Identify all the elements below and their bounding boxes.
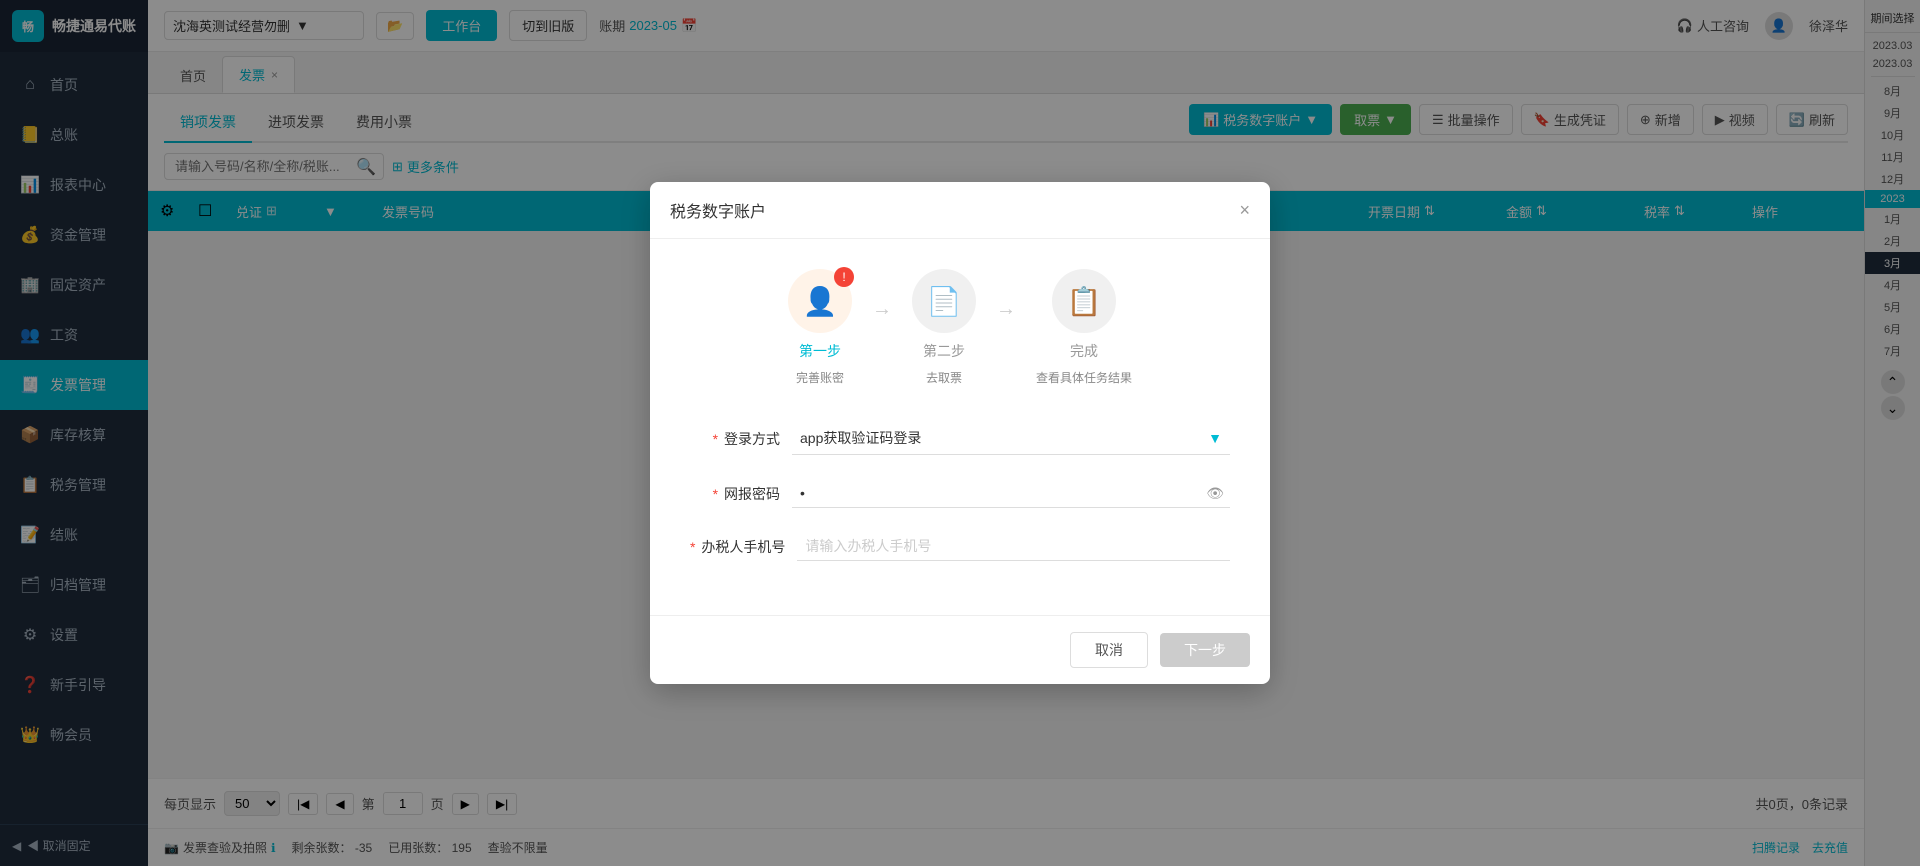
step2-document-icon: 📄 bbox=[927, 285, 962, 318]
step2-desc: 去取票 bbox=[926, 369, 962, 386]
login-method-label: * 登录方式 bbox=[690, 429, 780, 449]
phone-label: * 办税人手机号 bbox=[690, 537, 785, 557]
password-label: * 网报密码 bbox=[690, 484, 780, 504]
step3-icon-wrap: 📋 bbox=[1052, 269, 1116, 333]
password-row: * 网报密码 👁 bbox=[690, 479, 1230, 508]
step1-person-icon: 👤 bbox=[803, 285, 838, 318]
login-method-select[interactable]: app获取验证码登录 ▼ bbox=[792, 422, 1230, 455]
login-method-row: * 登录方式 app获取验证码登录 ▼ bbox=[690, 422, 1230, 455]
modal-header: 税务数字账户 × bbox=[650, 182, 1270, 239]
steps-container: 👤 ! 第一步 完善账密 → 📄 第二步 去取票 → bbox=[690, 269, 1230, 386]
step-3: 📋 完成 查看具体任务结果 bbox=[1036, 269, 1132, 386]
step1-error-badge: ! bbox=[834, 267, 854, 287]
step1-label: 第一步 bbox=[799, 341, 841, 361]
step1-icon-wrap: 👤 ! bbox=[788, 269, 852, 333]
step3-clipboard-icon: 📋 bbox=[1067, 285, 1102, 318]
step2-label: 第二步 bbox=[923, 341, 965, 361]
step2-icon-wrap: 📄 bbox=[912, 269, 976, 333]
step-2: 📄 第二步 去取票 bbox=[912, 269, 976, 386]
next-button[interactable]: 下一步 bbox=[1160, 633, 1250, 667]
password-input-wrap: 👁 bbox=[792, 479, 1230, 508]
step1-desc: 完善账密 bbox=[796, 369, 844, 386]
eye-toggle-icon[interactable]: 👁 bbox=[1200, 485, 1230, 502]
phone-input[interactable] bbox=[797, 532, 1230, 561]
step-arrow-1: → bbox=[852, 298, 912, 321]
modal-title: 税务数字账户 bbox=[670, 198, 766, 222]
tax-account-modal: 税务数字账户 × 👤 ! 第一步 完善账密 → bbox=[650, 182, 1270, 684]
step-arrow-2: → bbox=[976, 298, 1036, 321]
step-1: 👤 ! 第一步 完善账密 bbox=[788, 269, 852, 386]
step3-label: 完成 bbox=[1070, 341, 1098, 361]
modal-body: 👤 ! 第一步 完善账密 → 📄 第二步 去取票 → bbox=[650, 239, 1270, 615]
cancel-button[interactable]: 取消 bbox=[1070, 632, 1148, 668]
select-arrow-icon: ▼ bbox=[1208, 430, 1222, 446]
step3-desc: 查看具体任务结果 bbox=[1036, 369, 1132, 386]
modal-overlay: 税务数字账户 × 👤 ! 第一步 完善账密 → bbox=[0, 0, 1920, 866]
modal-close-btn[interactable]: × bbox=[1239, 200, 1250, 221]
modal-footer: 取消 下一步 bbox=[650, 615, 1270, 684]
phone-row: * 办税人手机号 bbox=[690, 532, 1230, 561]
password-input[interactable] bbox=[792, 479, 1200, 507]
